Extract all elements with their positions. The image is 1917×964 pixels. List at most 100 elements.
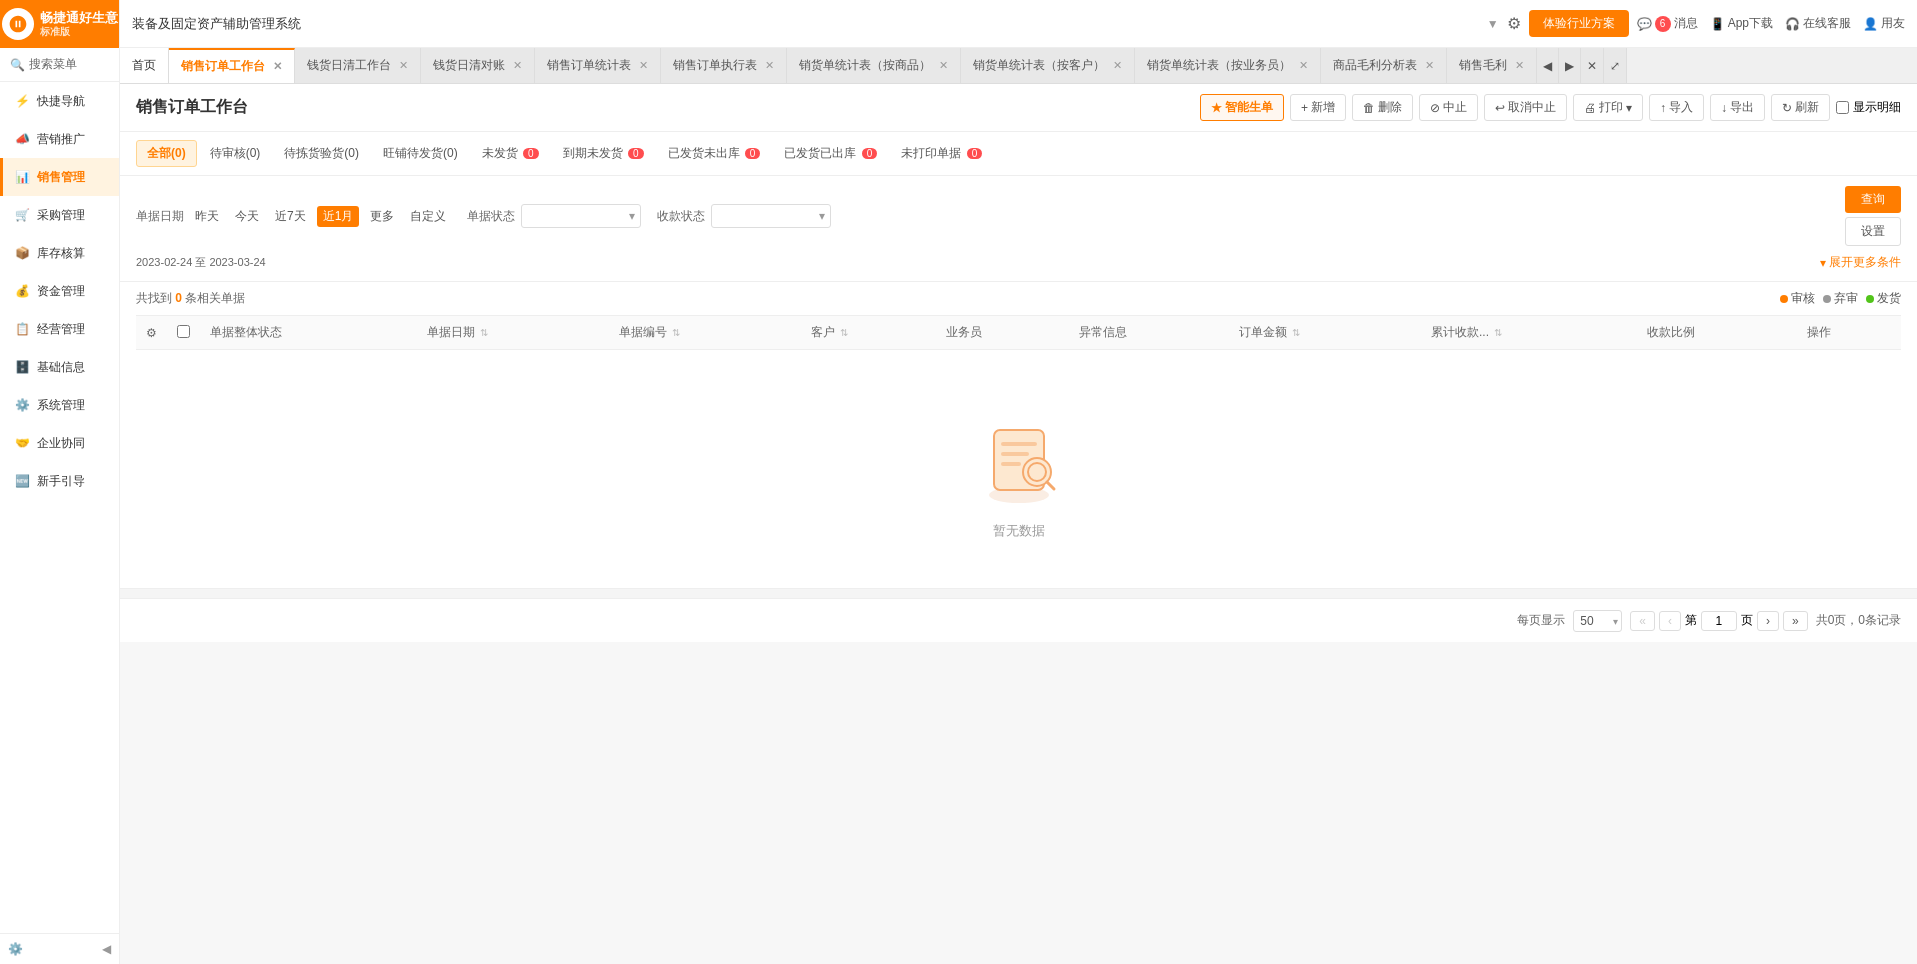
col-header-salesperson[interactable]: 业务员 bbox=[936, 316, 1068, 350]
topbar-settings-icon[interactable]: ⚙ bbox=[1507, 14, 1521, 33]
industry-solution-button[interactable]: 体验行业方案 bbox=[1529, 10, 1629, 37]
stop-button[interactable]: ⊘ 中止 bbox=[1419, 94, 1478, 121]
sub-tab-pending-inspect[interactable]: 待拣货验货(0) bbox=[273, 140, 370, 167]
settings-gear-icon[interactable]: ⚙️ bbox=[8, 942, 23, 956]
horizontal-scrollbar[interactable] bbox=[120, 588, 1917, 598]
tab-margin-analysis[interactable]: 商品毛利分析表 ✕ bbox=[1321, 48, 1447, 84]
collapse-icon[interactable]: ◀ bbox=[102, 942, 111, 956]
online-service-button[interactable]: 🎧 在线客服 bbox=[1785, 15, 1851, 32]
select-all-checkbox[interactable] bbox=[177, 325, 190, 338]
tab-sales-exec[interactable]: 销售订单执行表 ✕ bbox=[661, 48, 787, 84]
tab-scroll-left[interactable]: ◀ bbox=[1537, 48, 1559, 84]
sidebar-item-operations[interactable]: 📋 经营管理 bbox=[0, 310, 119, 348]
sidebar-item-guide[interactable]: 🆕 新手引导 bbox=[0, 462, 119, 500]
first-page-button[interactable]: « bbox=[1630, 611, 1655, 631]
tab-scroll-right[interactable]: ▶ bbox=[1559, 48, 1581, 84]
filter-date-custom[interactable]: 自定义 bbox=[405, 206, 451, 227]
tab-close-sales-stats-staff[interactable]: ✕ bbox=[1299, 59, 1308, 72]
tab-close-sales-stats[interactable]: ✕ bbox=[639, 59, 648, 72]
prev-page-button[interactable]: ‹ bbox=[1659, 611, 1681, 631]
sub-tab-shipped-not-warehoused[interactable]: 已发货未出库 0 bbox=[657, 140, 772, 167]
sidebar-item-sales[interactable]: 📊 销售管理 bbox=[0, 158, 119, 196]
tab-close-sales-workbench[interactable]: ✕ bbox=[273, 60, 282, 73]
sub-tab-not-printed[interactable]: 未打印单据 0 bbox=[890, 140, 993, 167]
tab-sales-stats[interactable]: 销售订单统计表 ✕ bbox=[535, 48, 661, 84]
tab-home[interactable]: 首页 bbox=[120, 48, 169, 84]
filter-date-yesterday[interactable]: 昨天 bbox=[190, 206, 224, 227]
filter-date-today[interactable]: 今天 bbox=[230, 206, 264, 227]
tab-close-sales-stats-product[interactable]: ✕ bbox=[939, 59, 948, 72]
tab-close-profit[interactable]: ✕ bbox=[1515, 59, 1524, 72]
sidebar-search[interactable]: 🔍 搜索菜单 bbox=[0, 48, 119, 82]
filter-date-more[interactable]: 更多 bbox=[365, 206, 399, 227]
settings-icon[interactable]: ⚙ bbox=[146, 326, 157, 340]
next-page-button[interactable]: › bbox=[1757, 611, 1779, 631]
filter-date-7days[interactable]: 近7天 bbox=[270, 206, 311, 227]
cancel-stop-button[interactable]: ↩ 取消中止 bbox=[1484, 94, 1567, 121]
tab-sales-profit[interactable]: 销售毛利 ✕ bbox=[1447, 48, 1537, 84]
sub-tab-shipped-warehoused[interactable]: 已发货已出库 0 bbox=[773, 140, 888, 167]
filter-expand-button[interactable]: ▾ 展开更多条件 bbox=[1820, 254, 1901, 271]
sidebar-item-purchase[interactable]: 🛒 采购管理 bbox=[0, 196, 119, 234]
refresh-button[interactable]: ↻ 刷新 bbox=[1771, 94, 1830, 121]
page-number-input[interactable] bbox=[1701, 611, 1737, 631]
tab-close-cash-reconcile[interactable]: ✕ bbox=[513, 59, 522, 72]
col-header-number[interactable]: 单据编号 ⇅ bbox=[609, 316, 801, 350]
sidebar-item-quick-nav[interactable]: ⚡ 快捷导航 bbox=[0, 82, 119, 120]
tab-close-sales-stats-customer[interactable]: ✕ bbox=[1113, 59, 1122, 72]
query-button[interactable]: 查询 bbox=[1845, 186, 1901, 213]
sub-tab-all[interactable]: 全部(0) bbox=[136, 140, 197, 167]
tab-close-cash-daily[interactable]: ✕ bbox=[399, 59, 408, 72]
add-button[interactable]: + 新增 bbox=[1290, 94, 1346, 121]
tab-sales-order-workbench[interactable]: 销售订单工作台 ✕ bbox=[169, 48, 295, 84]
col-settings[interactable]: ⚙ bbox=[136, 316, 167, 350]
tab-cash-daily[interactable]: 钱货日清工作台 ✕ bbox=[295, 48, 421, 84]
col-header-abnormal[interactable]: 异常信息 bbox=[1069, 316, 1229, 350]
sidebar-item-finance[interactable]: 💰 资金管理 bbox=[0, 272, 119, 310]
sub-tab-expired[interactable]: 到期未发货 0 bbox=[552, 140, 655, 167]
tab-close-margin[interactable]: ✕ bbox=[1425, 59, 1434, 72]
tab-close-sales-exec[interactable]: ✕ bbox=[765, 59, 774, 72]
col-header-received[interactable]: 累计收款... ⇅ bbox=[1421, 316, 1637, 350]
sub-tab-pending-review[interactable]: 待审核(0) bbox=[199, 140, 272, 167]
app-download-button[interactable]: 📱 App下载 bbox=[1710, 15, 1773, 32]
tab-sales-stats-product[interactable]: 销货单统计表（按商品） ✕ bbox=[787, 48, 961, 84]
cancel-review-action-button[interactable]: 弃审 bbox=[1823, 290, 1858, 307]
tab-close-all[interactable]: ✕ bbox=[1581, 48, 1604, 84]
tab-sales-stats-staff[interactable]: 销货单统计表（按业务员） ✕ bbox=[1135, 48, 1321, 84]
col-header-status[interactable]: 单据整体状态 bbox=[200, 316, 417, 350]
review-action-button[interactable]: 审核 bbox=[1780, 290, 1815, 307]
sidebar-item-basic[interactable]: 🗄️ 基础信息 bbox=[0, 348, 119, 386]
print-button[interactable]: 🖨 打印 ▾ bbox=[1573, 94, 1643, 121]
tab-cash-reconcile[interactable]: 钱货日清对账 ✕ bbox=[421, 48, 535, 84]
filter-payment-select[interactable] bbox=[711, 204, 831, 228]
import-button[interactable]: ↑ 导入 bbox=[1649, 94, 1704, 121]
smart-generate-button[interactable]: ★ 智能生单 bbox=[1200, 94, 1284, 121]
col-header-ratio[interactable]: 收款比例 bbox=[1637, 316, 1797, 350]
ship-action-button[interactable]: 发货 bbox=[1866, 290, 1901, 307]
show-detail-label[interactable]: 显示明细 bbox=[1836, 99, 1901, 116]
message-button[interactable]: 💬 6 消息 bbox=[1637, 15, 1698, 32]
sidebar-item-marketing[interactable]: 📣 营销推广 bbox=[0, 120, 119, 158]
filter-status-select[interactable] bbox=[521, 204, 641, 228]
show-detail-checkbox[interactable] bbox=[1836, 101, 1849, 114]
user-button[interactable]: 👤 用友 bbox=[1863, 15, 1905, 32]
delete-button[interactable]: 🗑 删除 bbox=[1352, 94, 1413, 121]
filter-date-1month[interactable]: 近1月 bbox=[317, 206, 360, 227]
tab-maximize[interactable]: ⤢ bbox=[1604, 48, 1627, 84]
setting-button[interactable]: 设置 bbox=[1845, 217, 1901, 246]
col-checkbox[interactable] bbox=[167, 316, 200, 350]
tab-sales-stats-customer[interactable]: 销货单统计表（按客户） ✕ bbox=[961, 48, 1135, 84]
col-header-amount[interactable]: 订单金额 ⇅ bbox=[1229, 316, 1421, 350]
sidebar-item-enterprise[interactable]: 🤝 企业协同 bbox=[0, 424, 119, 462]
sub-tab-wangpu[interactable]: 旺铺待发货(0) bbox=[372, 140, 469, 167]
sidebar-item-system[interactable]: ⚙️ 系统管理 bbox=[0, 386, 119, 424]
message-badge: 6 bbox=[1655, 16, 1671, 32]
last-page-button[interactable]: » bbox=[1783, 611, 1808, 631]
page-size-select[interactable]: 20 50 100 bbox=[1573, 610, 1622, 632]
export-button[interactable]: ↓ 导出 bbox=[1710, 94, 1765, 121]
col-header-customer[interactable]: 客户 ⇅ bbox=[801, 316, 936, 350]
sub-tab-not-shipped[interactable]: 未发货 0 bbox=[471, 140, 550, 167]
col-header-date[interactable]: 单据日期 ⇅ bbox=[417, 316, 609, 350]
sidebar-item-inventory[interactable]: 📦 库存核算 bbox=[0, 234, 119, 272]
